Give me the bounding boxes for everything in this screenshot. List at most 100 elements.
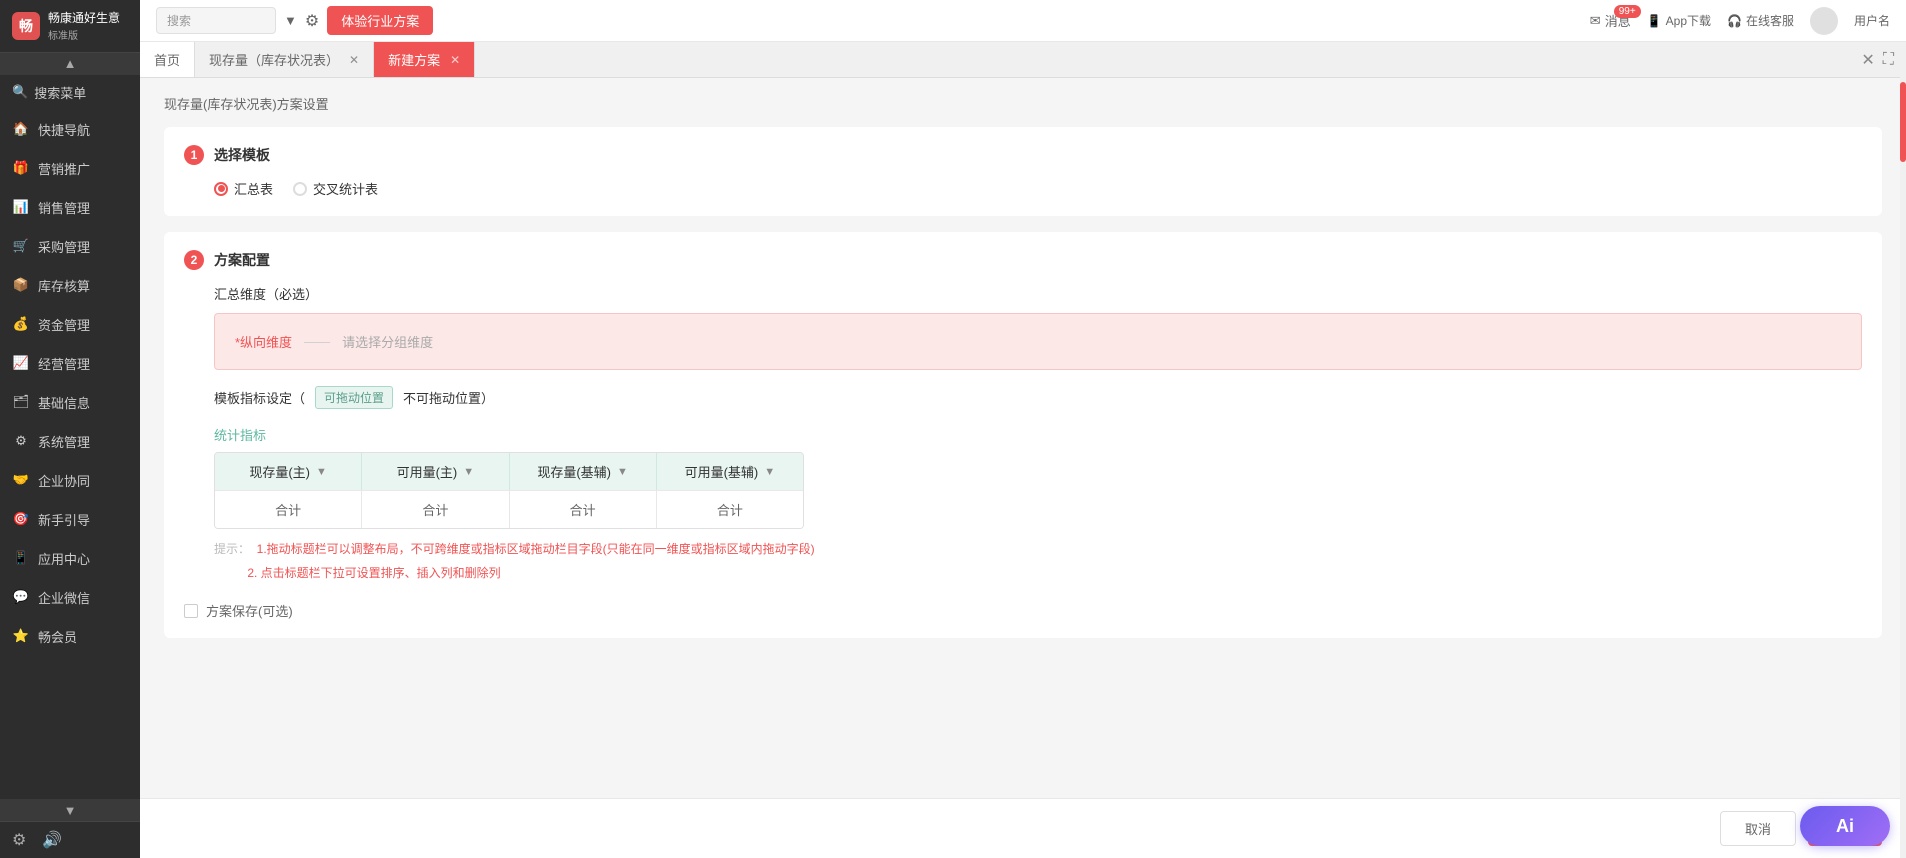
sidebar-item-system[interactable]: ⚙ 系统管理	[0, 422, 140, 461]
col-header-0[interactable]: 现存量(主) ▼	[215, 453, 362, 490]
sidebar-nav: 🏠 快捷导航 🎁 营销推广 📊 销售管理 🛒 采购管理 📦 库存核算 💰 资金管…	[0, 110, 140, 799]
col-header-1[interactable]: 可用量(主) ▼	[362, 453, 509, 490]
stats-section: 统计指标 现存量(主) ▼ 可用量(主) ▼	[214, 425, 1862, 529]
headset-icon: 🎧	[1727, 14, 1742, 28]
step2-header: 2 方案配置	[184, 250, 1862, 270]
radio-crosstab-circle	[293, 182, 307, 196]
stats-table: 现存量(主) ▼ 可用量(主) ▼ 现存量(基辅) ▼	[214, 452, 804, 529]
scrollbar-thumb	[1900, 82, 1906, 162]
sidebar-search[interactable]: 🔍 搜索菜单	[0, 75, 140, 110]
gift-icon: 🎁	[12, 159, 30, 177]
settings-icon[interactable]: ⚙	[12, 830, 26, 850]
col-body-3: 合计	[657, 490, 803, 528]
sidebar-item-marketing[interactable]: 🎁 营销推广	[0, 149, 140, 188]
topbar-right: ✉ 消息 99+ 📱 App下载 🎧 在线客服 用户名	[1590, 7, 1890, 35]
radio-crosstab[interactable]: 交叉统计表	[293, 179, 378, 198]
tab-close-new-scheme[interactable]: ✕	[450, 53, 460, 67]
topbar-settings-icon[interactable]: ⚙	[305, 11, 319, 31]
step2-card: 2 方案配置 汇总维度（必选） *纵向维度 —— 请选择分组维度 模板指标设定（…	[164, 232, 1882, 638]
tab-inventory-status[interactable]: 现存量（库存状况表） ✕	[195, 42, 374, 77]
tip-2: 2. 点击标题栏下拉可设置排序、插入列和删除列	[214, 561, 1862, 585]
step1-badge: 1	[184, 145, 204, 165]
cart-icon: 🛒	[12, 237, 30, 255]
app-download-btn[interactable]: 📱 App下载	[1647, 12, 1711, 29]
sidebar-item-inventory[interactable]: 📦 库存核算	[0, 266, 140, 305]
tab-close-window-icon[interactable]: ✕	[1861, 50, 1874, 70]
phone-download-icon: 📱	[1647, 14, 1662, 28]
radio-summary[interactable]: 汇总表	[214, 179, 273, 198]
col-chevron-3[interactable]: ▼	[764, 466, 775, 478]
indicator-settings: 模板指标设定（ 可拖动位置 不可拖动位置）	[214, 386, 1862, 409]
message-icon: ✉	[1590, 13, 1601, 29]
sidebar-item-cooperation[interactable]: 🤝 企业协同	[0, 461, 140, 500]
industry-btn[interactable]: 体验行业方案	[327, 6, 433, 35]
sidebar-item-finance[interactable]: 💰 资金管理	[0, 305, 140, 344]
main-area: 搜索 ▼ ⚙ 体验行业方案 ✉ 消息 99+ 📱 App下载 🎧 在线客服 用户…	[140, 0, 1906, 858]
sidebar-scroll-down[interactable]: ▼	[0, 799, 140, 821]
template-radio-group: 汇总表 交叉统计表	[214, 179, 1862, 198]
step2-badge: 2	[184, 250, 204, 270]
tab-close-inventory[interactable]: ✕	[349, 53, 359, 67]
gear-icon: ⚙	[12, 432, 30, 450]
col-chevron-1[interactable]: ▼	[463, 466, 474, 478]
col-body-0: 合计	[215, 490, 362, 528]
col-chevron-0[interactable]: ▼	[316, 466, 327, 478]
dropdown-icon[interactable]: ▼	[284, 13, 297, 28]
draggable-tag: 可拖动位置	[315, 386, 393, 409]
right-scrollbar	[1900, 42, 1906, 858]
cancel-button[interactable]: 取消	[1720, 811, 1796, 846]
sidebar-item-purchase[interactable]: 🛒 采购管理	[0, 227, 140, 266]
star-icon: ⭐	[12, 627, 30, 645]
sidebar-scroll-up[interactable]: ▲	[0, 53, 140, 75]
save-option[interactable]: 方案保存(可选)	[184, 601, 1862, 620]
sidebar-item-operations[interactable]: 📈 经营管理	[0, 344, 140, 383]
home-icon: 🏠	[12, 120, 30, 138]
col-chevron-2[interactable]: ▼	[617, 466, 628, 478]
topbar-left: 搜索 ▼ ⚙ 体验行业方案	[156, 6, 1578, 35]
target-icon: 🎯	[12, 510, 30, 528]
avatar[interactable]	[1810, 7, 1838, 35]
online-service-btn[interactable]: 🎧 在线客服	[1727, 12, 1794, 29]
message-btn[interactable]: ✉ 消息 99+	[1590, 11, 1631, 30]
content-area: 现存量(库存状况表)方案设置 1 选择模板 汇总表 交叉统计表	[140, 78, 1906, 798]
sidebar-item-quick-nav[interactable]: 🏠 快捷导航	[0, 110, 140, 149]
money-icon: 💰	[12, 315, 30, 333]
tip-1: 提示： 1.拖动标题栏可以调整布局，不可跨维度或指标区域拖动栏目字段(只能在同一…	[214, 537, 1862, 561]
topbar: 搜索 ▼ ⚙ 体验行业方案 ✉ 消息 99+ 📱 App下载 🎧 在线客服 用户…	[140, 0, 1906, 42]
step1-title: 选择模板	[214, 145, 270, 165]
sidebar-item-basic-info[interactable]: 🗂 基础信息	[0, 383, 140, 422]
sidebar: 畅 畅康通好生意 标准版 ▲ 🔍 搜索菜单 🏠 快捷导航 🎁 营销推广 📊 销售…	[0, 0, 140, 858]
col-header-2[interactable]: 现存量(基辅) ▼	[510, 453, 657, 490]
tab-expand-icon[interactable]: ⛶	[1883, 51, 1894, 69]
sidebar-item-new-guide[interactable]: 🎯 新手引导	[0, 500, 140, 539]
col-body-2: 合计	[510, 490, 657, 528]
handshake-icon: 🤝	[12, 471, 30, 489]
stats-table-header: 现存量(主) ▼ 可用量(主) ▼ 现存量(基辅) ▼	[215, 453, 803, 490]
audio-icon[interactable]: 🔊	[42, 830, 62, 850]
col-header-3[interactable]: 可用量(基辅) ▼	[657, 453, 803, 490]
save-option-label: 方案保存(可选)	[206, 601, 293, 620]
tab-new-scheme[interactable]: 新建方案 ✕	[374, 42, 475, 77]
sidebar-item-app-center[interactable]: 📱 应用中心	[0, 539, 140, 578]
chart-icon: 📊	[12, 198, 30, 216]
tabbar: 首页 现存量（库存状况表） ✕ 新建方案 ✕ ✕ ⛶	[140, 42, 1906, 78]
ai-bubble[interactable]: Ai	[1800, 806, 1890, 846]
radio-summary-circle	[214, 182, 228, 196]
sidebar-item-sales[interactable]: 📊 销售管理	[0, 188, 140, 227]
dimension-divider: ——	[304, 334, 330, 349]
indicator-settings-label: 模板指标设定（ 可拖动位置 不可拖动位置）	[214, 386, 1862, 409]
sidebar-item-wechat[interactable]: 💬 企业微信	[0, 578, 140, 617]
dimension-area[interactable]: *纵向维度 —— 请选择分组维度	[214, 313, 1862, 370]
stats-label: 统计指标	[214, 425, 1862, 444]
message-badge: 99+	[1614, 5, 1641, 18]
phone-icon: 📱	[12, 549, 30, 567]
topbar-search-box[interactable]: 搜索	[156, 7, 276, 34]
username-label: 用户名	[1854, 12, 1890, 29]
tab-home[interactable]: 首页	[140, 42, 195, 77]
sidebar-item-member[interactable]: ⭐ 畅会员	[0, 617, 140, 656]
sidebar-logo: 畅 畅康通好生意 标准版	[0, 0, 140, 53]
trending-icon: 📈	[12, 354, 30, 372]
page-title: 现存量(库存状况表)方案设置	[164, 94, 1882, 113]
save-checkbox[interactable]	[184, 604, 198, 618]
sidebar-bottom: ⚙ 🔊	[0, 821, 140, 858]
